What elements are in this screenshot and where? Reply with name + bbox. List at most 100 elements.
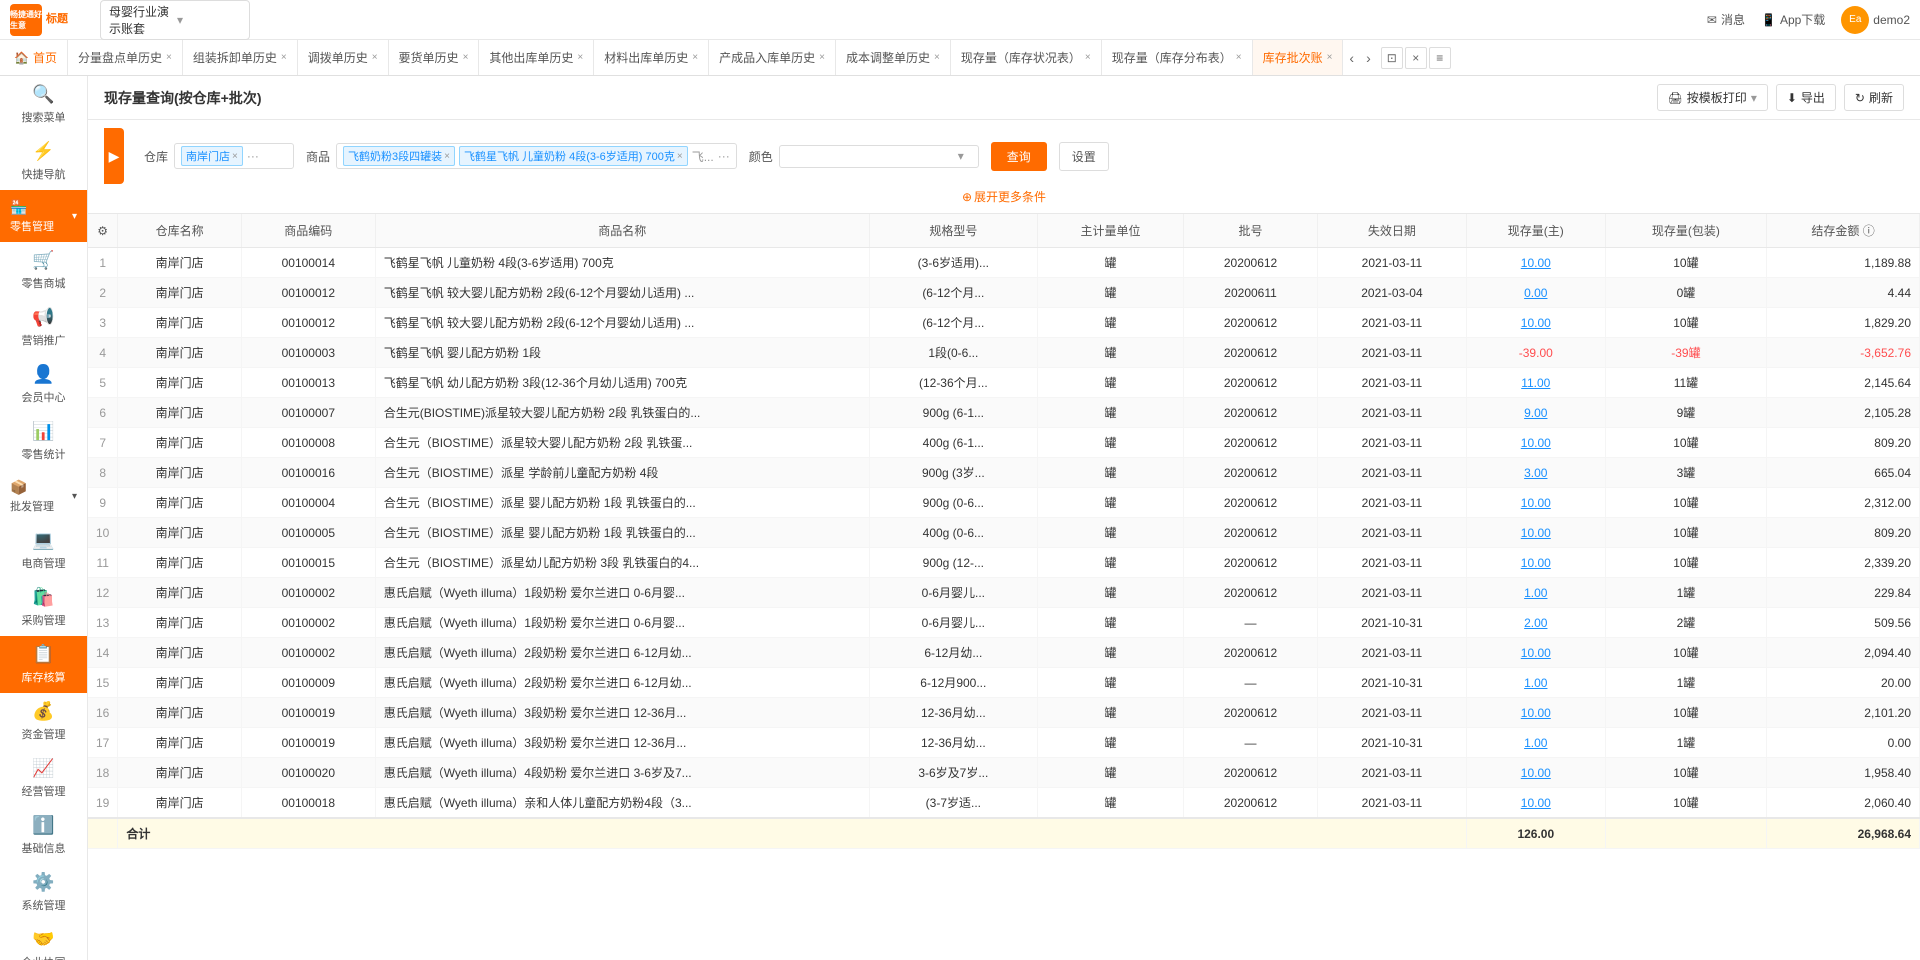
tab-close-btn[interactable]: × <box>1405 47 1427 69</box>
cell-qty-main[interactable]: 11.00 <box>1466 368 1605 398</box>
setting-button[interactable]: 设置 <box>1059 142 1109 171</box>
cell-qty-main[interactable]: 10.00 <box>1466 308 1605 338</box>
cell-qty-main[interactable]: 2.00 <box>1466 608 1605 638</box>
cell-amount: 1,829.20 <box>1767 308 1920 338</box>
tab-cbtz-close[interactable]: × <box>934 52 940 63</box>
tab-kucunpici-close[interactable]: × <box>1327 52 1333 63</box>
cell-qty-main[interactable]: 10.00 <box>1466 488 1605 518</box>
col-expire: 失效日期 <box>1317 214 1466 248</box>
cell-qty-main[interactable]: 10.00 <box>1466 518 1605 548</box>
sidebar-item-basicinfo[interactable]: ℹ️ 基础信息 <box>0 807 87 864</box>
query-button[interactable]: 查询 <box>991 142 1047 171</box>
cell-warehouse: 南岸门店 <box>118 488 242 518</box>
tab-fenliangpandian-label: 分量盘点单历史 <box>78 49 162 66</box>
tab-kcfb[interactable]: 现存量（库存分布表） × <box>1102 40 1253 76</box>
color-dropdown-icon[interactable]: ▾ <box>958 149 972 163</box>
messages-button[interactable]: ✉ 消息 <box>1707 11 1745 28</box>
sidebar-item-finance[interactable]: 💰 资金管理 <box>0 693 87 750</box>
tab-kcfb-close[interactable]: × <box>1236 52 1242 63</box>
warehouse-tag-close[interactable]: × <box>232 151 238 162</box>
product-tag-2-close[interactable]: × <box>677 151 683 162</box>
tab-zuzhuang[interactable]: 组装拆卸单历史 × <box>183 40 298 76</box>
tab-chengpinruku[interactable]: 产成品入库单历史 × <box>709 40 836 76</box>
tab-cbtz[interactable]: 成本调整单历史 × <box>836 40 951 76</box>
cell-qty-main[interactable]: 10.00 <box>1466 698 1605 728</box>
sidebar-item-retailstats[interactable]: 📊 零售统计 <box>0 413 87 470</box>
export-button[interactable]: ⬇ 导出 <box>1776 84 1836 111</box>
tab-diaobodanhistory-close[interactable]: × <box>372 52 378 63</box>
page-title: 现存量查询(按仓库+批次) <box>104 88 262 108</box>
cell-qty-main[interactable]: 10.00 <box>1466 758 1605 788</box>
sidebar-item-enterprise[interactable]: 🤝 企业协同 <box>0 921 87 960</box>
sidebar-item-ecommerce[interactable]: 💻 电商管理 <box>0 522 87 579</box>
tab-kcfb-label: 现存量（库存分布表） <box>1112 49 1232 66</box>
tab-fenliangpandian[interactable]: 分量盘点单历史 × <box>68 40 183 76</box>
cell-amount: 509.56 <box>1767 608 1920 638</box>
tab-fenliangpandian-close[interactable]: × <box>166 52 172 63</box>
cell-qty-main[interactable]: 10.00 <box>1466 638 1605 668</box>
app-download-button[interactable]: 📱 App下载 <box>1761 11 1825 28</box>
sidebar-item-wholesale[interactable]: 📦 批发管理 ▾ <box>0 470 87 522</box>
tab-next-btn[interactable]: › <box>1360 50 1377 66</box>
tab-kucunpici[interactable]: 库存批次账 × <box>1253 40 1344 76</box>
tab-cailiaochuku[interactable]: 材料出库单历史 × <box>594 40 709 76</box>
inventory-table: ⚙ 仓库名称 商品编码 商品名称 规格型号 主计量单位 批号 失效日期 现存量(… <box>88 214 1920 849</box>
filter-expand-arrow[interactable]: ▶ <box>104 128 124 184</box>
sidebar-item-bizmanage[interactable]: 📈 经营管理 <box>0 750 87 807</box>
print-button[interactable]: 🖨 按模板打印 ▾ <box>1657 84 1768 111</box>
product-tag-box[interactable]: 飞鹤奶粉3段四罐装 × 飞鹤星飞帆 儿童奶粉 4段(3-6岁适用) 700克 ×… <box>336 143 737 169</box>
cell-warehouse: 南岸门店 <box>118 728 242 758</box>
sidebar-item-purchase[interactable]: 🛍️ 采购管理 <box>0 579 87 636</box>
sidebar-item-marketing[interactable]: 📢 营销推广 <box>0 299 87 356</box>
tab-prev-btn[interactable]: ‹ <box>1343 50 1360 66</box>
cell-qty-main[interactable]: 0.00 <box>1466 278 1605 308</box>
cell-qty-main[interactable]: 3.00 <box>1466 458 1605 488</box>
avatar: Ea <box>1841 6 1869 34</box>
tab-menu-btn[interactable]: ≡ <box>1429 47 1451 69</box>
tab-qtchuku-close[interactable]: × <box>577 52 583 63</box>
tab-chengpinruku-close[interactable]: × <box>819 52 825 63</box>
user-profile[interactable]: Ea demo2 <box>1841 6 1910 34</box>
cell-qty-main[interactable]: 1.00 <box>1466 668 1605 698</box>
sidebar-item-search[interactable]: 🔍 搜索菜单 <box>0 76 87 133</box>
cell-name: 惠氏启赋（Wyeth illuma）亲和人体儿童配方奶粉4段（3... <box>375 788 869 819</box>
cell-amount: -3,652.76 <box>1767 338 1920 368</box>
tab-zuzhuang-close[interactable]: × <box>281 52 287 63</box>
cell-qty-main[interactable]: 10.00 <box>1466 428 1605 458</box>
cell-batch: 20200612 <box>1184 518 1318 548</box>
tab-yaohuo-close[interactable]: × <box>463 52 469 63</box>
cell-qty-main[interactable]: 1.00 <box>1466 578 1605 608</box>
tab-diaobodanhistory[interactable]: 调拨单历史 × <box>298 40 389 76</box>
col-settings[interactable]: ⚙ <box>88 214 118 248</box>
logo-text: 标题 <box>46 13 68 26</box>
cell-qty-main[interactable]: 1.00 <box>1466 728 1605 758</box>
sidebar-item-sysmanage[interactable]: ⚙️ 系统管理 <box>0 864 87 921</box>
color-filter-box[interactable]: ▾ <box>779 145 979 168</box>
table-body: 1 南岸门店 00100014 飞鹤星飞帆 儿童奶粉 4段(3-6岁适用) 70… <box>88 248 1920 849</box>
sidebar-item-quicknav[interactable]: ⚡ 快捷导航 <box>0 133 87 190</box>
tab-kczk-close[interactable]: × <box>1085 52 1091 63</box>
cell-qty-main[interactable]: 9.00 <box>1466 398 1605 428</box>
refresh-button[interactable]: ↻ 刷新 <box>1844 84 1904 111</box>
tab-fullscreen-btn[interactable]: ⊡ <box>1381 47 1403 69</box>
warehouse-selector[interactable]: 母婴行业演示账套 ▾ <box>100 0 250 40</box>
tab-cailiaochuku-close[interactable]: × <box>692 52 698 63</box>
tab-yaohuo[interactable]: 要货单历史 × <box>389 40 480 76</box>
cell-qty-main[interactable]: 10.00 <box>1466 548 1605 578</box>
warehouse-tag-box[interactable]: 南岸门店 × ··· <box>174 143 294 169</box>
product-more-dots: ··· <box>718 149 730 163</box>
product-tag-1-close[interactable]: × <box>444 151 450 162</box>
tab-qtchuku[interactable]: 其他出库单历史 × <box>479 40 594 76</box>
tab-home[interactable]: 🏠 首页 <box>4 40 68 76</box>
cell-unit: 罐 <box>1037 248 1183 278</box>
cell-spec: 0-6月婴儿... <box>869 578 1037 608</box>
cell-qty-main[interactable]: 10.00 <box>1466 248 1605 278</box>
sidebar-item-member[interactable]: 👤 会员中心 <box>0 356 87 413</box>
expand-conditions-btn[interactable]: ⊕ 展开更多条件 <box>104 188 1904 205</box>
cell-qty-main[interactable]: 10.00 <box>1466 788 1605 819</box>
sidebar-item-retailshop[interactable]: 🛒 零售商城 <box>0 242 87 299</box>
tab-kczk[interactable]: 现存量（库存状况表） × <box>951 40 1102 76</box>
cell-amount: 1,958.40 <box>1767 758 1920 788</box>
sidebar-item-inventory[interactable]: 📋 库存核算 <box>0 636 87 693</box>
sidebar-item-retail[interactable]: 🏪 零售管理 ▾ <box>0 190 87 242</box>
